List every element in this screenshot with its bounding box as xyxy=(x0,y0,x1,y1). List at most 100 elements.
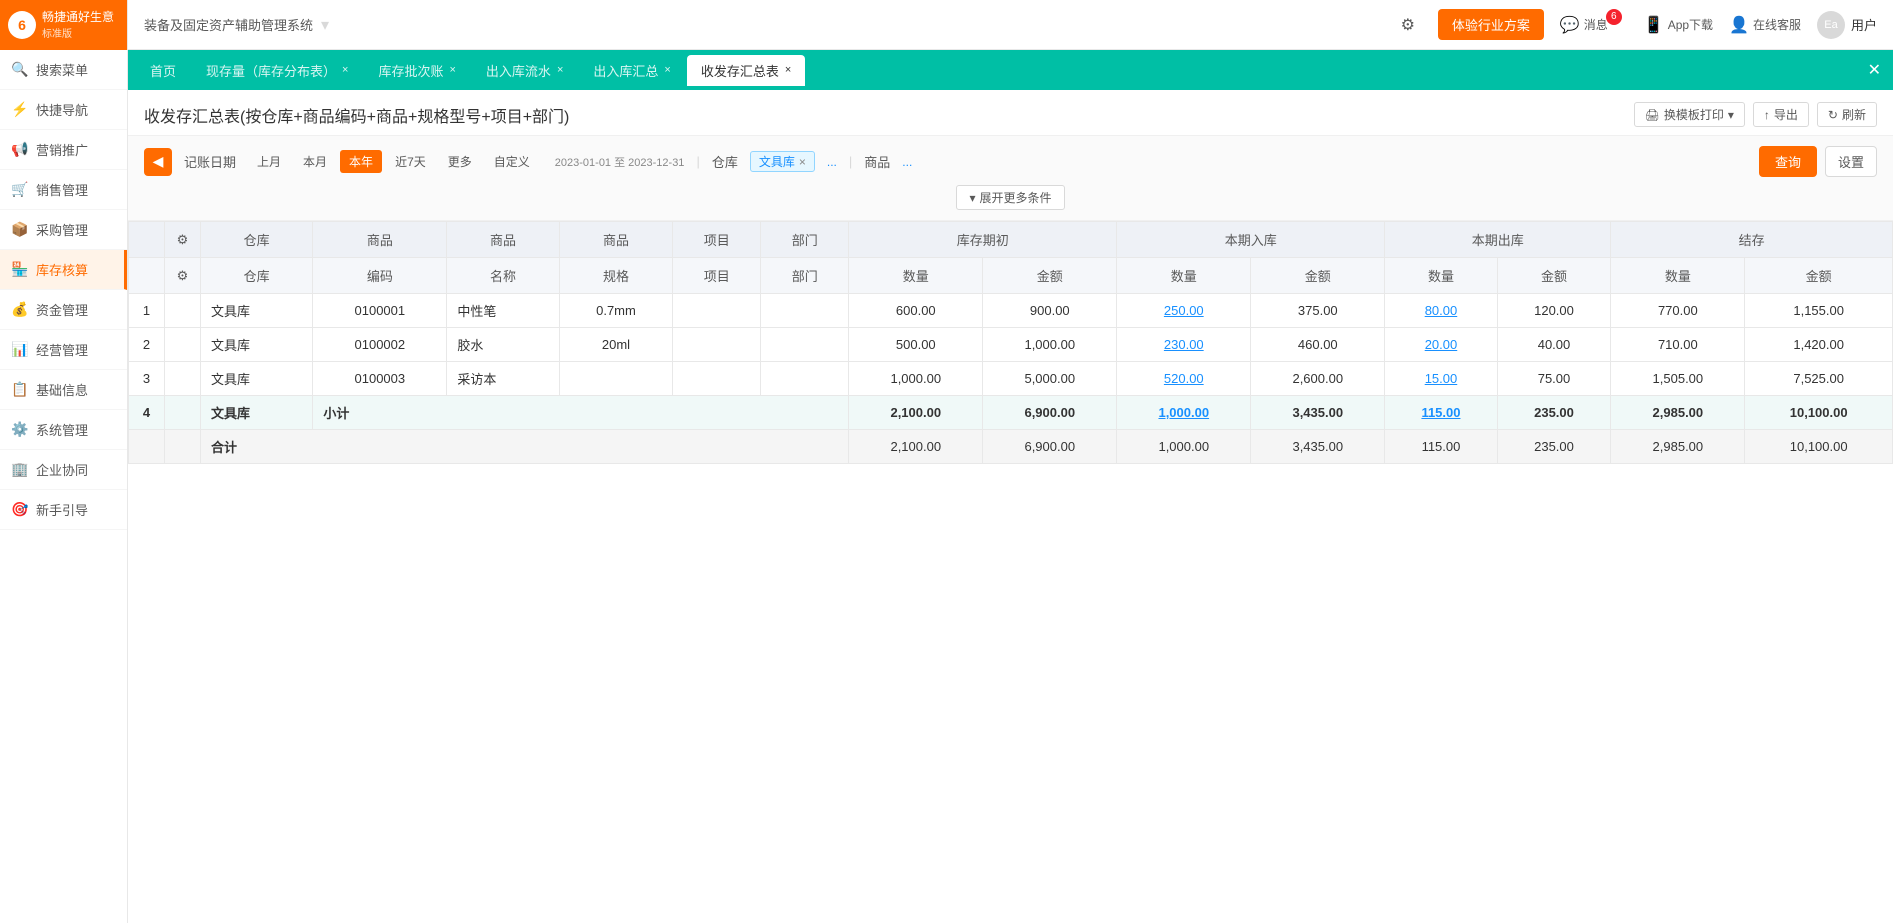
refresh-button[interactable]: ↻ 刷新 xyxy=(1817,102,1877,127)
sidebar-item-finance[interactable]: 💰资金管理 xyxy=(0,290,127,330)
tab-收发存汇总表[interactable]: 收发存汇总表× xyxy=(687,55,805,86)
tab-首页[interactable]: 首页 xyxy=(136,55,190,86)
sidebar-item-quick-nav[interactable]: ⚡快捷导航 xyxy=(0,90,127,130)
tab-出入库流水[interactable]: 出入库流水× xyxy=(472,55,577,86)
total-label: 合计 xyxy=(201,430,849,464)
tab-close-icon[interactable]: × xyxy=(342,65,348,76)
subtotal-inbound-qty[interactable]: 1,000.00 xyxy=(1117,396,1251,430)
cell-name: 采访本 xyxy=(447,362,559,396)
sidebar-item-marketing[interactable]: 📢营销推广 xyxy=(0,130,127,170)
query-button[interactable]: 查询 xyxy=(1759,146,1817,177)
cell-name: 胶水 xyxy=(447,328,559,362)
cell-balance-amt: 1,420.00 xyxy=(1745,328,1893,362)
cell-settings xyxy=(165,362,201,396)
tabbar: 首页现存量（库存分布表）×库存批次账×出入库流水×出入库汇总×收发存汇总表×✕ xyxy=(128,50,1893,90)
filter-setting-button[interactable]: 设置 xyxy=(1825,146,1877,177)
sidebar-item-newbie[interactable]: 🎯新手引导 xyxy=(0,490,127,530)
cell-settings xyxy=(165,294,201,328)
sidebar-item-sales[interactable]: 🛒销售管理 xyxy=(0,170,127,210)
date-btn-更多[interactable]: 更多 xyxy=(439,150,481,173)
total-opening-amt: 6,900.00 xyxy=(983,430,1117,464)
warehouse-tag-close[interactable]: × xyxy=(799,155,806,169)
sidebar: 6 畅捷通好生意 标准版 🔍搜索菜单⚡快捷导航📢营销推广🛒销售管理📦采购管理🏪库… xyxy=(0,0,128,923)
cell-outbound-qty[interactable]: 20.00 xyxy=(1385,328,1497,362)
date-btn-上月[interactable]: 上月 xyxy=(248,150,290,173)
print-button[interactable]: 🖨 换模板打印 ▾ xyxy=(1634,102,1745,127)
expand-filter-button[interactable]: ▾ 展开更多条件 xyxy=(956,185,1064,210)
tab-库存批次账[interactable]: 库存批次账 × xyxy=(364,55,469,86)
settings-icon[interactable]: ⚙ xyxy=(1394,11,1422,39)
print-icon: 🖨 xyxy=(1645,108,1660,122)
date-options: 上月本月本年近7天更多自定义 xyxy=(248,150,539,173)
th-inbound: 本期入库 xyxy=(1117,222,1385,258)
th-settings[interactable]: ⚙ xyxy=(165,222,201,258)
sidebar-label-newbie: 新手引导 xyxy=(36,500,88,519)
tab-出入库汇总[interactable]: 出入库汇总× xyxy=(579,55,684,86)
tabbar-close-icon[interactable]: ✕ xyxy=(1864,56,1885,84)
user-label: 用户 xyxy=(1851,15,1877,34)
th-settings2[interactable]: ⚙ xyxy=(165,258,201,294)
cell-inbound-amt: 2,600.00 xyxy=(1251,362,1385,396)
th-goods-name: 商品 xyxy=(447,222,559,258)
tab-现存量-库存分布表-[interactable]: 现存量（库存分布表）× xyxy=(192,55,362,86)
sidebar-label-inventory: 库存核算 xyxy=(36,260,88,279)
sidebar-item-basic[interactable]: 📋基础信息 xyxy=(0,370,127,410)
sidebar-label-purchase: 采购管理 xyxy=(36,220,88,239)
purchase-icon: 📦 xyxy=(12,222,28,238)
total-balance-qty: 2,985.00 xyxy=(1611,430,1745,464)
tab-close-icon[interactable]: × xyxy=(785,65,791,76)
th-inbound-amt: 金额 xyxy=(1251,258,1385,294)
message-action[interactable]: 💬 消息 6 xyxy=(1560,15,1628,35)
app-download-action[interactable]: 📱 App下载 xyxy=(1644,15,1713,35)
sidebar-item-inventory[interactable]: 🏪库存核算 xyxy=(0,250,127,290)
sidebar-item-system[interactable]: ⚙️系统管理 xyxy=(0,410,127,450)
date-btn-近7天[interactable]: 近7天 xyxy=(386,150,435,173)
tab-close-icon[interactable]: × xyxy=(557,65,563,76)
date-btn-自定义[interactable]: 自定义 xyxy=(485,150,539,173)
filter-toggle-button[interactable]: ◀ xyxy=(144,148,172,176)
export-button[interactable]: ↑ 导出 xyxy=(1753,102,1809,127)
total-outbound-qty: 115.00 xyxy=(1385,430,1497,464)
system-icon: ⚙️ xyxy=(12,422,28,438)
tab-label: 首页 xyxy=(150,61,176,80)
warehouse-tag[interactable]: 文具库 × xyxy=(750,151,815,172)
subtotal-outbound-qty[interactable]: 115.00 xyxy=(1385,396,1497,430)
sidebar-item-operation[interactable]: 📊经营管理 xyxy=(0,330,127,370)
cell-spec xyxy=(559,362,673,396)
tab-close-icon[interactable]: × xyxy=(664,65,670,76)
tab-close-icon[interactable]: × xyxy=(449,65,455,76)
date-range: 2023-01-01 至 2023-12-31 xyxy=(555,154,685,170)
cell-inbound-qty[interactable]: 230.00 xyxy=(1117,328,1251,362)
date-btn-本月[interactable]: 本月 xyxy=(294,150,336,173)
cell-warehouse: 文具库 xyxy=(201,294,313,328)
cell-inbound-qty[interactable]: 250.00 xyxy=(1117,294,1251,328)
cell-outbound-qty[interactable]: 15.00 xyxy=(1385,362,1497,396)
logo-text: 畅捷通好生意 标准版 xyxy=(42,10,114,41)
user-action[interactable]: Ea 用户 xyxy=(1817,11,1877,39)
cell-code: 0100002 xyxy=(313,328,447,362)
cell-dept xyxy=(761,362,849,396)
service-icon: 👤 xyxy=(1729,15,1749,35)
online-service-action[interactable]: 👤 在线客服 xyxy=(1729,15,1801,35)
cell-inbound-qty[interactable]: 520.00 xyxy=(1117,362,1251,396)
system-title-text: 装备及固定资产辅助管理系统 xyxy=(144,15,313,34)
finance-icon: 💰 xyxy=(12,302,28,318)
sidebar-item-enterprise[interactable]: 🏢企业协同 xyxy=(0,450,127,490)
tab-label: 库存批次账 xyxy=(378,61,443,80)
sidebar-item-purchase[interactable]: 📦 采购管理 xyxy=(0,210,127,250)
total-no xyxy=(129,430,165,464)
cell-outbound-qty[interactable]: 80.00 xyxy=(1385,294,1497,328)
date-btn-本年[interactable]: 本年 xyxy=(340,150,382,173)
expand-icon: ▾ xyxy=(969,191,975,205)
goods-more-btn[interactable]: ... xyxy=(902,155,912,169)
sidebar-nav: 🔍搜索菜单⚡快捷导航📢营销推广🛒销售管理 📦 采购管理 🏪库存核算💰资金管理📊经营管理… xyxy=(0,50,127,923)
cell-opening-amt: 5,000.00 xyxy=(983,362,1117,396)
th-rownum2 xyxy=(129,258,165,294)
basic-icon: 📋 xyxy=(12,382,28,398)
warehouse-more-btn[interactable]: ... xyxy=(827,155,837,169)
trial-button[interactable]: 体验行业方案 xyxy=(1438,9,1544,40)
sidebar-item-search[interactable]: 🔍搜索菜单 xyxy=(0,50,127,90)
subtotal-settings xyxy=(165,396,201,430)
total-inbound-amt: 3,435.00 xyxy=(1251,430,1385,464)
subtotal-warehouse: 文具库 xyxy=(201,396,313,430)
